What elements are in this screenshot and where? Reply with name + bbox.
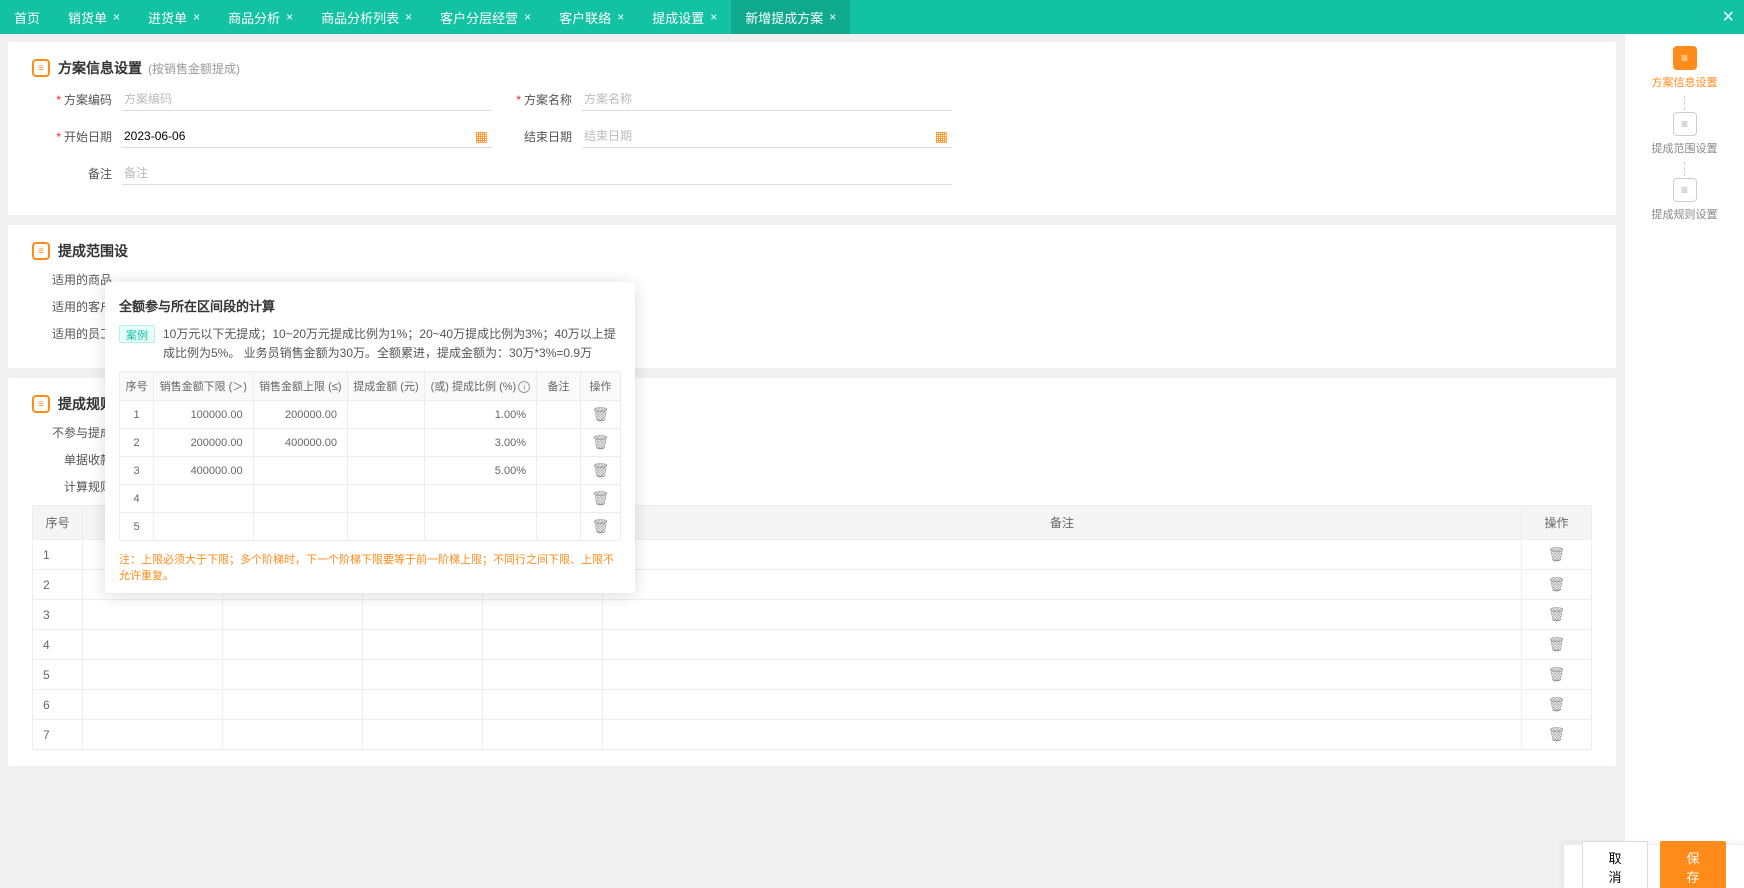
step-rules[interactable]: ≡ 提成规则设置 [1652, 178, 1718, 222]
panel-subtitle: (按销售金额提成) [148, 60, 240, 77]
tab-customer-contact[interactable]: 客户联络× [545, 0, 638, 34]
tab-customer-tier[interactable]: 客户分层经营× [426, 0, 545, 34]
tab-bar: 首页 销货单× 进货单× 商品分析× 商品分析列表× 客户分层经营× 客户联络×… [0, 0, 1744, 34]
close-icon[interactable]: × [617, 10, 624, 24]
panel-title: 方案信息设置 [58, 58, 142, 78]
trash-icon[interactable]: 🗑 [1548, 636, 1566, 652]
footer-bar: 取消 保存 [1564, 844, 1744, 888]
step-icon: ≡ [1673, 112, 1697, 136]
table-row[interactable]: 4🗑 [33, 630, 1592, 660]
cancel-button[interactable]: 取消 [1582, 841, 1648, 888]
tab-home[interactable]: 首页 [0, 0, 54, 34]
trash-icon[interactable]: 🗑 [592, 518, 610, 534]
col-index: 序号 [33, 506, 83, 540]
table-row: 1100000.00200000.001.00%🗑 [120, 401, 621, 429]
step-icon: ≡ [1673, 178, 1697, 202]
tooltip-title: 全额参与所在区间段的计算 [119, 296, 621, 315]
info-icon[interactable]: i [518, 381, 530, 393]
plan-code-input[interactable] [122, 88, 492, 111]
table-row[interactable]: 3🗑 [33, 600, 1592, 630]
trash-icon[interactable]: 🗑 [592, 434, 610, 450]
table-row[interactable]: 5🗑 [33, 660, 1592, 690]
example-tag: 案例 [119, 325, 155, 343]
tab-analysis-list[interactable]: 商品分析列表× [307, 0, 426, 34]
table-row[interactable]: 6🗑 [33, 690, 1592, 720]
section-icon: ≡ [32, 395, 50, 413]
step-scope[interactable]: ≡ 提成范围设置 [1652, 112, 1718, 156]
label-plan-name: *方案名称 [492, 91, 582, 108]
close-icon[interactable]: × [113, 10, 120, 24]
close-icon[interactable]: × [524, 10, 531, 24]
trash-icon[interactable]: 🗑 [592, 462, 610, 478]
tab-new-commission[interactable]: 新增提成方案× [731, 0, 850, 34]
close-icon[interactable]: × [286, 10, 293, 24]
trash-icon[interactable]: 🗑 [1548, 726, 1566, 742]
label-end-date: 结束日期 [492, 128, 582, 145]
close-icon[interactable]: × [193, 10, 200, 24]
tab-commission-setting[interactable]: 提成设置× [638, 0, 731, 34]
start-date-input[interactable] [122, 125, 492, 148]
close-all-icon[interactable]: × [1722, 6, 1734, 29]
tooltip-table: 序号 销售金额下限 (＞) 销售金额上限 (≤) 提成金额 (元) (或) 提成… [119, 371, 621, 541]
trash-icon[interactable]: 🗑 [1548, 576, 1566, 592]
remark-input[interactable] [122, 162, 952, 185]
col-action: 操作 [1522, 506, 1592, 540]
label-remark: 备注 [32, 165, 122, 182]
section-icon: ≡ [32, 59, 50, 77]
close-icon[interactable]: × [405, 10, 412, 24]
tab-purchase[interactable]: 进货单× [134, 0, 214, 34]
label-plan-code: *方案编码 [32, 91, 122, 108]
tab-analysis[interactable]: 商品分析× [214, 0, 307, 34]
example-text: 10万元以下无提成；10~20万元提成比例为1%；20~40万提成比例为3%；4… [163, 325, 621, 363]
table-row: 5🗑 [120, 513, 621, 541]
save-button[interactable]: 保存 [1660, 841, 1726, 888]
table-row: 3400000.005.00%🗑 [120, 457, 621, 485]
col-remark: 备注 [603, 506, 1522, 540]
side-nav: ≡ 方案信息设置 ≡ 提成范围设置 ≡ 提成规则设置 [1624, 34, 1744, 888]
table-row: 2200000.00400000.003.00%🗑 [120, 429, 621, 457]
tooltip-note: 注：上限必须大于下限；多个阶梯时，下一个阶梯下限要等于前一阶梯上限；不同行之间下… [119, 551, 621, 583]
step-info[interactable]: ≡ 方案信息设置 [1652, 46, 1718, 90]
tooltip-popover: 全额参与所在区间段的计算 案例 10万元以下无提成；10~20万元提成比例为1%… [105, 282, 635, 593]
plan-name-input[interactable] [582, 88, 952, 111]
trash-icon[interactable]: 🗑 [1548, 696, 1566, 712]
label-start-date: *开始日期 [32, 128, 122, 145]
trash-icon[interactable]: 🗑 [592, 490, 610, 506]
end-date-input[interactable] [582, 125, 952, 148]
trash-icon[interactable]: 🗑 [1548, 606, 1566, 622]
close-icon[interactable]: × [829, 10, 836, 24]
close-icon[interactable]: × [710, 10, 717, 24]
table-row: 4🗑 [120, 485, 621, 513]
table-row[interactable]: 7🗑 [33, 720, 1592, 750]
trash-icon[interactable]: 🗑 [1548, 546, 1566, 562]
panel-plan-info: ≡ 方案信息设置 (按销售金额提成) *方案编码 *方案名称 *开始日期 ▦ [8, 42, 1616, 215]
trash-icon[interactable]: 🗑 [1548, 666, 1566, 682]
tab-sales[interactable]: 销货单× [54, 0, 134, 34]
panel-title: 提成范围设 [58, 241, 128, 261]
section-icon: ≡ [32, 242, 50, 260]
trash-icon[interactable]: 🗑 [592, 406, 610, 422]
step-icon: ≡ [1673, 46, 1697, 70]
